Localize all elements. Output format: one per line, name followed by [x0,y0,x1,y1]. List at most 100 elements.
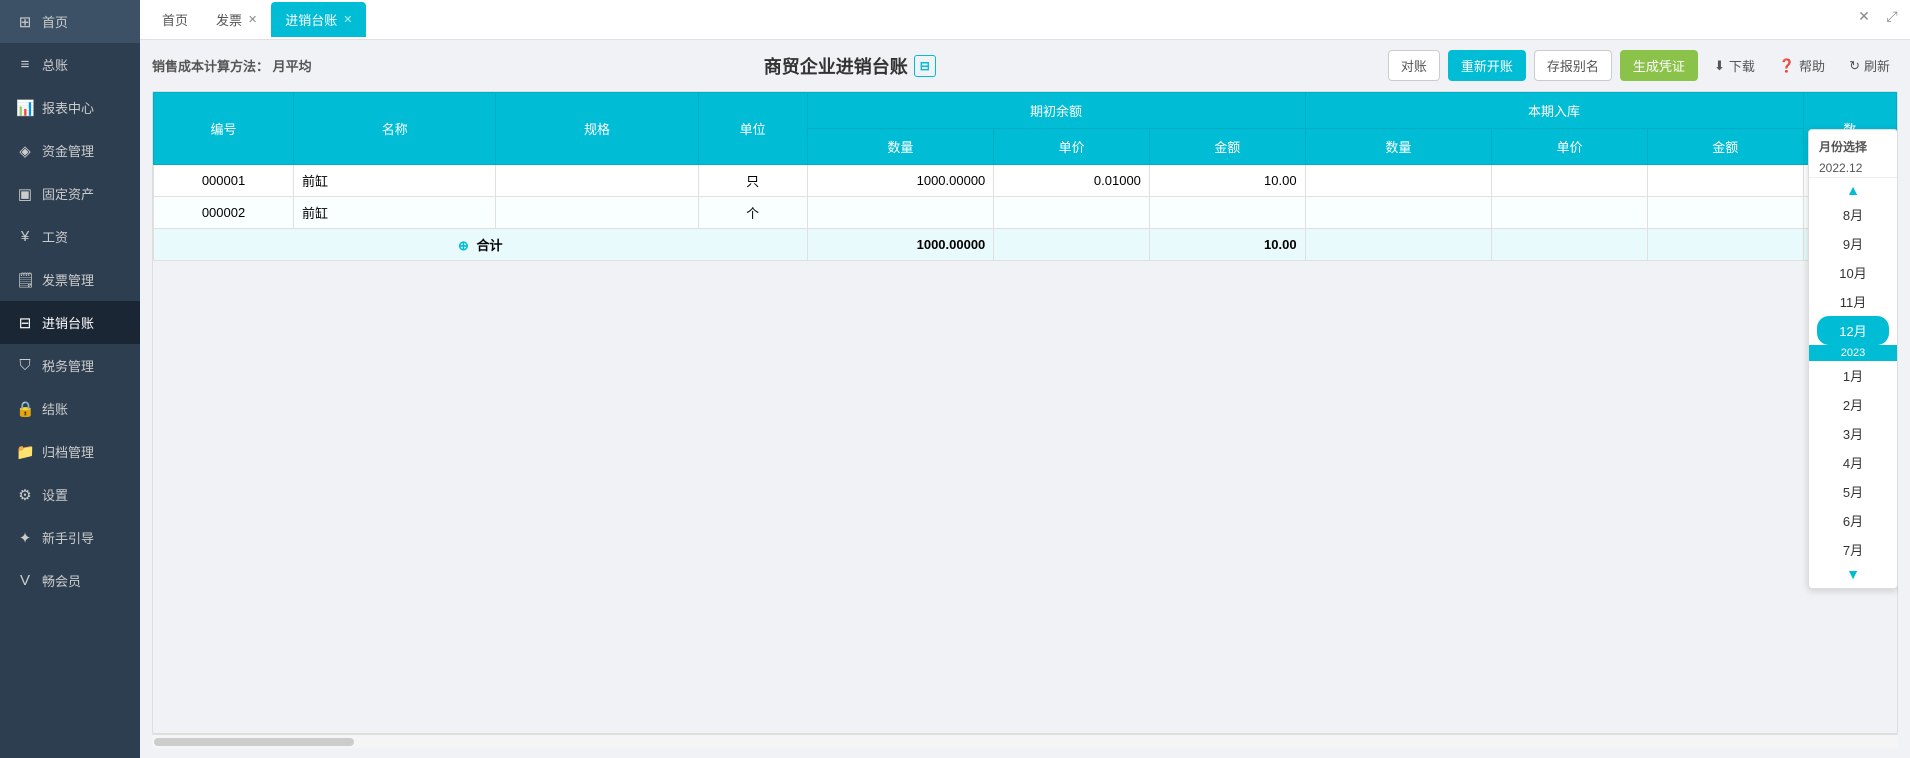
tab-purchase-sales[interactable]: 进销台账 ✕ [271,2,366,37]
tab-home[interactable]: 首页 [148,2,202,37]
tab-purchase-sales-close[interactable]: ✕ [343,13,352,26]
tab-invoice-close[interactable]: ✕ [248,13,257,26]
scrollbar-thumb[interactable] [154,738,354,746]
main-area: ✕ ⤢ 首页 发票 ✕ 进销台账 ✕ 销售成本计算方法： 月平均 商贸企业进销台… [140,0,1910,758]
month-item-6[interactable]: 6月 [1809,506,1897,535]
sidebar-item-invoice-mgmt[interactable]: 🗒 发票管理 [0,258,140,301]
td-opening-amount [1149,197,1305,229]
month-picker-year-2022: 2022.12 [1809,159,1897,178]
page-title-icon[interactable]: ⊟ [914,55,936,77]
help-button[interactable]: ❓ 帮助 [1771,51,1833,80]
sidebar-item-settings[interactable]: ⚙ 设置 [0,473,140,516]
td-opening-price: 0.01000 [994,165,1150,197]
td-id: 000001 [154,165,294,197]
refresh-button[interactable]: ↻ 刷新 [1841,51,1898,80]
sidebar-item-reports[interactable]: 📊 报表中心 [0,86,140,129]
sidebar-item-funds[interactable]: ◈ 资金管理 [0,129,140,172]
total-in-amount [1647,229,1803,261]
tax-icon: ⛉ [16,357,34,374]
purchase-sales-icon: ⊟ [16,314,34,332]
sidebar: ⊞ 首页 ≡ 总账 📊 报表中心 ◈ 资金管理 ▣ 固定资产 ¥ 工资 🗒 发票… [0,0,140,758]
sidebar-item-label: 税务管理 [42,356,94,375]
month-item-11[interactable]: 11月 [1809,287,1897,316]
sidebar-item-label: 发票管理 [42,270,94,289]
sidebar-item-guide[interactable]: ✦ 新手引导 [0,516,140,559]
month-item-2[interactable]: 2月 [1809,390,1897,419]
sidebar-item-salary[interactable]: ¥ 工资 [0,215,140,258]
download-icon: ⬇ [1714,58,1725,74]
td-in-price [1492,165,1648,197]
sidebar-item-home[interactable]: ⊞ 首页 [0,0,140,43]
topbar: 销售成本计算方法： 月平均 商贸企业进销台账 ⊟ 对账 重新开账 存报别名 生成… [152,50,1898,81]
table-row: 000001 前缸 只 1000.00000 0.01000 10.00 [154,165,1897,197]
action-buttons: 对账 重新开账 存报别名 生成凭证 ⬇ 下载 ❓ 帮助 ↻ 刷新 [1388,50,1898,81]
funds-icon: ◈ [16,142,34,160]
th-opening-balance: 期初余额 [807,93,1305,129]
sidebar-item-label: 进销台账 [42,313,94,332]
th-opening-qty: 数量 [807,129,994,165]
total-opening-price [994,229,1150,261]
reports-icon: 📊 [16,99,34,117]
data-table-wrapper: 编号 名称 规格 单位 期初余额 本期入库 数 数量 单价 金额 数 [152,91,1898,734]
td-in-amount [1647,165,1803,197]
table-row: 000002 前缸 个 [154,197,1897,229]
th-unit: 单位 [698,93,807,165]
download-button[interactable]: ⬇ 下载 [1706,51,1763,80]
refresh-icon: ↻ [1849,58,1860,74]
sidebar-item-label: 畅会员 [42,571,81,590]
page-content: 销售成本计算方法： 月平均 商贸企业进销台账 ⊟ 对账 重新开账 存报别名 生成… [140,40,1910,758]
table-total-row: ⊕ 合计 1000.00000 10.00 [154,229,1897,261]
sidebar-item-ledger[interactable]: ≡ 总账 [0,43,140,86]
td-in-qty [1305,197,1492,229]
total-label: ⊕ 合计 [154,229,808,261]
generate-button[interactable]: 生成凭证 [1620,50,1698,81]
th-name: 名称 [294,93,496,165]
save-as-button[interactable]: 存报别名 [1534,50,1612,81]
sidebar-item-purchase-sales[interactable]: ⊟ 进销台账 [0,301,140,344]
month-item-7[interactable]: 7月 [1809,535,1897,564]
sidebar-item-archive[interactable]: 📁 归档管理 [0,430,140,473]
maximize-button[interactable]: ⤢ [1882,6,1902,26]
month-item-1[interactable]: 1月 [1809,361,1897,390]
sidebar-item-label: 结账 [42,399,68,418]
month-item-12[interactable]: 12月 [1817,316,1889,345]
assets-icon: ▣ [16,185,34,203]
sidebar-item-assets[interactable]: ▣ 固定资产 [0,172,140,215]
reconcile-button[interactable]: 对账 [1388,50,1440,81]
month-item-3[interactable]: 3月 [1809,419,1897,448]
sidebar-item-closing[interactable]: 🔒 结账 [0,387,140,430]
month-item-4[interactable]: 4月 [1809,448,1897,477]
td-spec [496,197,698,229]
month-picker-panel: 月份选择 2022.12 ▲ 8月 9月 10月 11月 12月 2023 1月… [1808,129,1898,589]
month-item-10[interactable]: 10月 [1809,258,1897,287]
sidebar-item-vip[interactable]: V 畅会员 [0,559,140,602]
guide-icon: ✦ [16,529,34,547]
home-icon: ⊞ [16,13,34,31]
tab-invoice[interactable]: 发票 ✕ [202,2,271,37]
th-in-price: 单价 [1492,129,1648,165]
month-item-9[interactable]: 9月 [1809,229,1897,258]
month-item-5[interactable]: 5月 [1809,477,1897,506]
month-nav-up[interactable]: ▲ [1809,180,1897,200]
vip-icon: V [16,572,34,589]
month-nav-down[interactable]: ▼ [1809,564,1897,584]
total-opening-amount: 10.00 [1149,229,1305,261]
month-item-8[interactable]: 8月 [1809,200,1897,229]
data-table: 编号 名称 规格 单位 期初余额 本期入库 数 数量 单价 金额 数 [153,92,1897,261]
reopen-button[interactable]: 重新开账 [1448,50,1526,81]
td-id: 000002 [154,197,294,229]
sidebar-item-tax[interactable]: ⛉ 税务管理 [0,344,140,387]
td-name: 前缸 [294,197,496,229]
sidebar-item-label: 固定资产 [42,184,94,203]
page-title: 商贸企业进销台账 [764,53,908,79]
td-opening-price [994,197,1150,229]
th-in-qty: 数量 [1305,129,1492,165]
td-name: 前缸 [294,165,496,197]
th-opening-amount: 金额 [1149,129,1305,165]
th-opening-price: 单价 [994,129,1150,165]
th-spec: 规格 [496,93,698,165]
close-button[interactable]: ✕ [1854,6,1874,26]
td-opening-qty: 1000.00000 [807,165,994,197]
archive-icon: 📁 [16,443,34,461]
horizontal-scrollbar[interactable] [152,734,1898,748]
